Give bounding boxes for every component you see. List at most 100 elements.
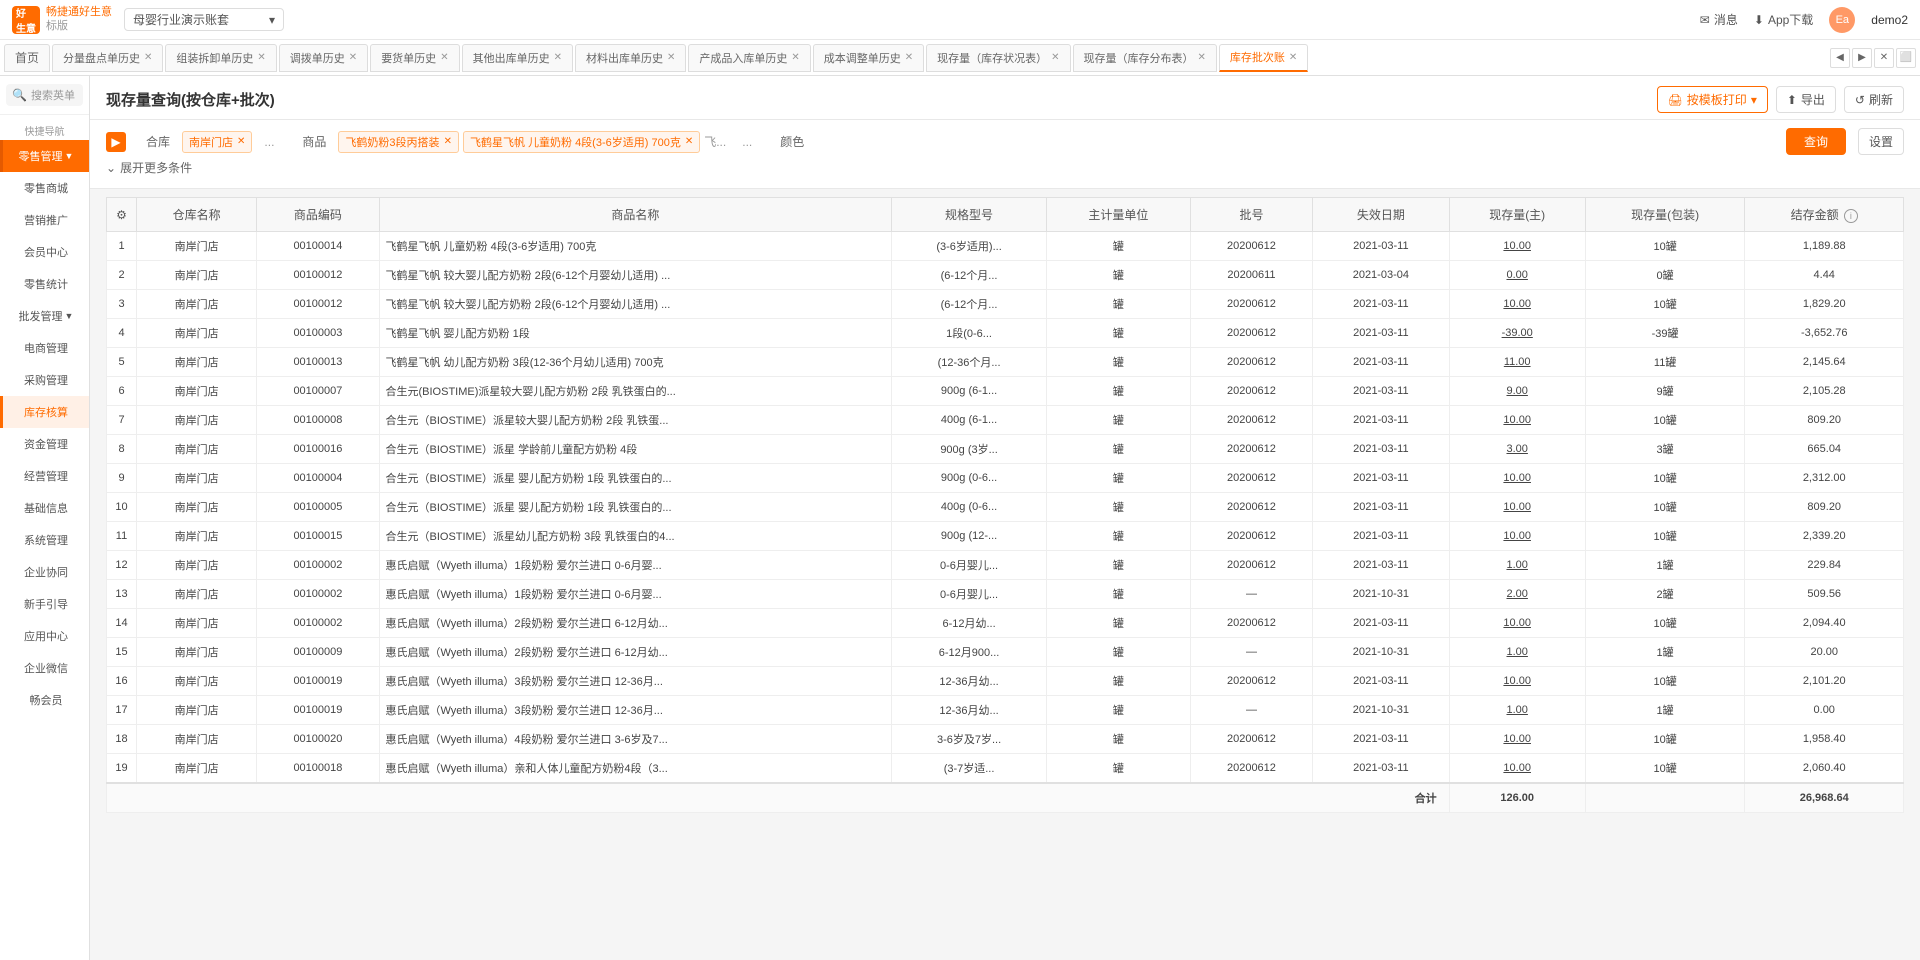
sidebar-item-jingying[interactable]: 经营管理	[0, 460, 89, 492]
warehouse-tag[interactable]: 南岸门店 ✕	[182, 131, 252, 153]
close-icon[interactable]: ✕	[667, 52, 675, 63]
avatar[interactable]: Ea	[1829, 7, 1855, 33]
sidebar-item-yingxiaotg[interactable]: 营销推广	[0, 204, 89, 236]
warehouse-tag-group: 南岸门店 ✕	[182, 131, 252, 153]
data-table: ⚙ 仓库名称 商品编码 商品名称 规格型号 主计量单位 批号 失效日期 现存量(…	[106, 197, 1904, 813]
close-icon[interactable]: ✕	[554, 52, 562, 63]
sidebar-item-huiyuanzx[interactable]: 会员中心	[0, 236, 89, 268]
close-icon[interactable]: ✕	[1198, 52, 1206, 63]
expand-arrow[interactable]: ▶	[106, 132, 126, 152]
print-button[interactable]: 🖨 按模板打印 ▾	[1657, 86, 1768, 113]
sidebar-item-xitong[interactable]: 系统管理	[0, 524, 89, 556]
sidebar-item-pifaguanli[interactable]: 批发管理 ▼	[0, 300, 89, 332]
message-button[interactable]: ✉ 消息	[1700, 11, 1738, 28]
row-qty-main[interactable]: -39.00	[1449, 319, 1585, 348]
sidebar-item-qiyewx[interactable]: 企业微信	[0, 652, 89, 684]
tab-kucunzk[interactable]: 现存量（库存状况表）✕	[926, 44, 1070, 72]
tab-bar: 首页 分量盘点单历史✕ 组装拆卸单历史✕ 调拨单历史✕ 要货单历史✕ 其他出库单…	[0, 40, 1920, 76]
settings-button[interactable]: 设置	[1858, 128, 1904, 155]
sidebar-item-xinshou[interactable]: 新手引导	[0, 588, 89, 620]
sidebar-item-dianshang[interactable]: 电商管理	[0, 332, 89, 364]
search-box[interactable]: 🔍 搜索英单	[6, 84, 83, 106]
row-qty-main[interactable]: 3.00	[1449, 435, 1585, 464]
row-qty-pkg: 1罐	[1585, 551, 1745, 580]
sidebar-item-lingshitj[interactable]: 零售统计	[0, 268, 89, 300]
row-qty-pkg: 9罐	[1585, 377, 1745, 406]
close-icon[interactable]: ✕	[791, 52, 799, 63]
more-filter-ellipsis[interactable]: ...	[264, 135, 274, 149]
remove-product-2-icon[interactable]: ✕	[685, 136, 693, 147]
sidebar-item-changhuy[interactable]: 畅会员	[0, 684, 89, 716]
row-no: 2	[107, 261, 137, 290]
row-qty-main[interactable]: 10.00	[1449, 522, 1585, 551]
row-qty-main[interactable]: 10.00	[1449, 609, 1585, 638]
close-icon[interactable]: ✕	[1051, 52, 1059, 63]
row-batch: 20200612	[1190, 667, 1312, 696]
query-button[interactable]: 查询	[1786, 128, 1846, 155]
tab-diaobo[interactable]: 调拨单历史✕	[279, 44, 368, 72]
row-qty-main[interactable]: 1.00	[1449, 551, 1585, 580]
remove-warehouse-icon[interactable]: ✕	[237, 136, 245, 147]
tab-qitachuku[interactable]: 其他出库单历史✕	[462, 44, 573, 72]
sidebar-item-yingyong[interactable]: 应用中心	[0, 620, 89, 652]
tab-cailiao[interactable]: 材料出库单历史✕	[575, 44, 686, 72]
tab-yaohuo[interactable]: 要货单历史✕	[370, 44, 459, 72]
product-tag-2[interactable]: 飞鹤星飞帆 儿童奶粉 4段(3-6岁适用) 700克 ✕	[463, 131, 700, 153]
row-qty-main[interactable]: 0.00	[1449, 261, 1585, 290]
tab-close-btn[interactable]: ✕	[1874, 48, 1894, 68]
tab-kucunfb[interactable]: 现存量（库存分布表）✕	[1073, 44, 1217, 72]
row-code: 00100019	[257, 667, 379, 696]
refresh-button[interactable]: ↺ 刷新	[1844, 86, 1904, 113]
sidebar-item-caigou[interactable]: 采购管理	[0, 364, 89, 396]
row-qty-main[interactable]: 10.00	[1449, 725, 1585, 754]
row-balance: 4.44	[1745, 261, 1904, 290]
row-qty-main[interactable]: 11.00	[1449, 348, 1585, 377]
app-download-button[interactable]: ⬇ App下载	[1754, 11, 1813, 28]
col-settings[interactable]: ⚙	[107, 198, 137, 232]
tab-kucunpici[interactable]: 库存批次账✕	[1219, 44, 1308, 72]
close-icon[interactable]: ✕	[1289, 52, 1297, 63]
row-qty-main[interactable]: 10.00	[1449, 667, 1585, 696]
close-icon[interactable]: ✕	[257, 52, 265, 63]
row-qty-main[interactable]: 10.00	[1449, 464, 1585, 493]
tab-next-btn[interactable]: ▶	[1852, 48, 1872, 68]
sidebar-item-zijin[interactable]: 资金管理	[0, 428, 89, 460]
row-qty-main[interactable]: 2.00	[1449, 580, 1585, 609]
close-icon[interactable]: ✕	[440, 52, 448, 63]
row-qty-main[interactable]: 10.00	[1449, 406, 1585, 435]
tab-chengbentiaoz[interactable]: 成本调整单历史✕	[813, 44, 924, 72]
company-selector[interactable]: 母婴行业演示账套 ▾	[124, 8, 284, 31]
row-qty-main[interactable]: 10.00	[1449, 290, 1585, 319]
sidebar-item-lingshishangcheng[interactable]: 零售商城	[0, 172, 89, 204]
row-qty-main[interactable]: 10.00	[1449, 493, 1585, 522]
expand-more-btn[interactable]: ⌄ 展开更多条件	[106, 155, 1904, 180]
row-qty-main[interactable]: 10.00	[1449, 754, 1585, 784]
close-icon[interactable]: ✕	[349, 52, 357, 63]
export-button[interactable]: ⬆ 导出	[1776, 86, 1836, 113]
row-qty-main[interactable]: 10.00	[1449, 232, 1585, 261]
product-tag-1[interactable]: 飞鹤奶粉3段丙搭装 ✕	[338, 131, 459, 153]
sidebar-item-qiyexy[interactable]: 企业协同	[0, 556, 89, 588]
product-more-tag[interactable]: 飞...	[704, 133, 726, 150]
tab-zuzhechaixiao[interactable]: 组装拆卸单历史✕	[165, 44, 276, 72]
tab-prev-btn[interactable]: ◀	[1830, 48, 1850, 68]
sidebar-item-jichu[interactable]: 基础信息	[0, 492, 89, 524]
row-qty-main[interactable]: 9.00	[1449, 377, 1585, 406]
remove-product-1-icon[interactable]: ✕	[444, 136, 452, 147]
row-unit: 罐	[1046, 580, 1190, 609]
chevron-icon: ▼	[65, 151, 74, 161]
sidebar-item-kucun[interactable]: 库存核算	[0, 396, 89, 428]
tab-maximize-btn[interactable]: ⬜	[1896, 48, 1916, 68]
row-qty-main[interactable]: 1.00	[1449, 696, 1585, 725]
tab-fendianpan[interactable]: 分量盘点单历史✕	[52, 44, 163, 72]
row-balance: 2,060.40	[1745, 754, 1904, 784]
tab-chengpin[interactable]: 产成品入库单历史✕	[688, 44, 810, 72]
close-icon[interactable]: ✕	[905, 52, 913, 63]
close-icon[interactable]: ✕	[144, 52, 152, 63]
tab-home[interactable]: 首页	[4, 44, 50, 72]
balance-info-icon[interactable]: i	[1844, 209, 1858, 223]
row-qty-main[interactable]: 1.00	[1449, 638, 1585, 667]
row-name: 合生元（BIOSTIME）派星较大婴儿配方奶粉 2段 乳铁蛋...	[379, 406, 892, 435]
row-no: 3	[107, 290, 137, 319]
sidebar-item-lingshiguanli[interactable]: 零售管理 ▼	[0, 140, 89, 172]
